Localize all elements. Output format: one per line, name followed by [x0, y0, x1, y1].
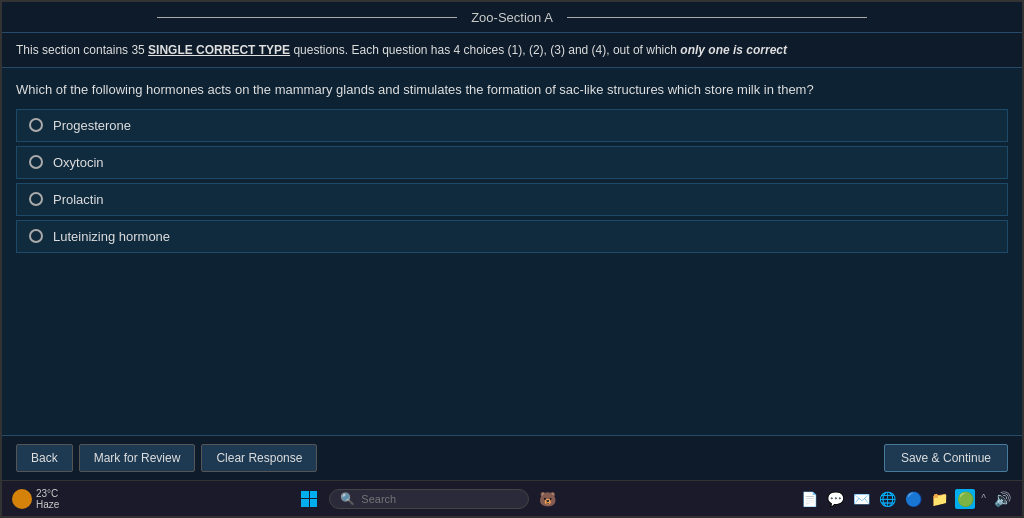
taskbar-right: 📄 💬 ✉️ 🌐 🔵 📁 🟢 ^ 🔊: [793, 489, 1018, 509]
save-continue-button[interactable]: Save & Continue: [884, 444, 1008, 472]
radio-4: [29, 229, 43, 243]
mark-review-button[interactable]: Mark for Review: [79, 444, 196, 472]
instructions-type: SINGLE CORRECT TYPE: [148, 43, 290, 57]
options-area: Progesterone Oxytocin Prolactin Luteiniz…: [2, 109, 1022, 435]
option-2[interactable]: Oxytocin: [16, 146, 1008, 179]
taskbar-folder-icon[interactable]: 📁: [929, 489, 949, 509]
taskbar: 23°C Haze 🔍 🐻 📄 💬 ✉️ 🌐 🔵 📁 🟢 ^ 🔊: [2, 480, 1022, 516]
section-header: Zoo-Section A: [2, 2, 1022, 33]
instructions-correct: only one is correct: [680, 43, 787, 57]
taskbar-speaker-icon[interactable]: 🔊: [992, 489, 1012, 509]
weather-info: 23°C Haze: [36, 488, 59, 510]
section-title: Zoo-Section A: [471, 10, 553, 25]
taskbar-center: 🔍 🐻: [65, 489, 793, 509]
weather-temp: 23°C: [36, 488, 59, 499]
taskbar-globe-icon[interactable]: 🌐: [877, 489, 897, 509]
radio-1: [29, 118, 43, 132]
clear-response-button[interactable]: Clear Response: [201, 444, 317, 472]
radio-2: [29, 155, 43, 169]
option-3-label: Prolactin: [53, 192, 104, 207]
taskbar-mail-icon[interactable]: ✉️: [851, 489, 871, 509]
windows-start-icon[interactable]: [301, 491, 317, 507]
search-icon: 🔍: [340, 492, 355, 506]
back-button[interactable]: Back: [16, 444, 73, 472]
taskbar-search[interactable]: 🔍: [329, 489, 529, 509]
taskbar-edge-icon[interactable]: 🔵: [903, 489, 923, 509]
footer: Back Mark for Review Clear Response Save…: [2, 435, 1022, 480]
instructions-text: This section contains 35 SINGLE CORRECT …: [2, 33, 1022, 68]
taskbar-app-icon[interactable]: 🟢: [955, 489, 975, 509]
search-input[interactable]: [361, 493, 491, 505]
bear-icon: 🐻: [537, 489, 557, 509]
question-text: Which of the following hormones acts on …: [16, 82, 814, 97]
weather-widget: 23°C Haze: [6, 488, 65, 510]
taskbar-overflow-arrow[interactable]: ^: [981, 493, 986, 504]
option-2-label: Oxytocin: [53, 155, 104, 170]
weather-icon: [12, 489, 32, 509]
instructions-after: questions. Each question has 4 choices (…: [290, 43, 680, 57]
instructions-before: This section contains 35: [16, 43, 148, 57]
option-4[interactable]: Luteinizing hormone: [16, 220, 1008, 253]
option-4-label: Luteinizing hormone: [53, 229, 170, 244]
main-screen: Zoo-Section A This section contains 35 S…: [0, 0, 1024, 518]
option-1-label: Progesterone: [53, 118, 131, 133]
question-area: Which of the following hormones acts on …: [2, 68, 1022, 109]
taskbar-file-icon[interactable]: 📄: [799, 489, 819, 509]
taskbar-chat-icon[interactable]: 💬: [825, 489, 845, 509]
radio-3: [29, 192, 43, 206]
footer-left-buttons: Back Mark for Review Clear Response: [16, 444, 317, 472]
weather-desc: Haze: [36, 499, 59, 510]
option-1[interactable]: Progesterone: [16, 109, 1008, 142]
option-3[interactable]: Prolactin: [16, 183, 1008, 216]
